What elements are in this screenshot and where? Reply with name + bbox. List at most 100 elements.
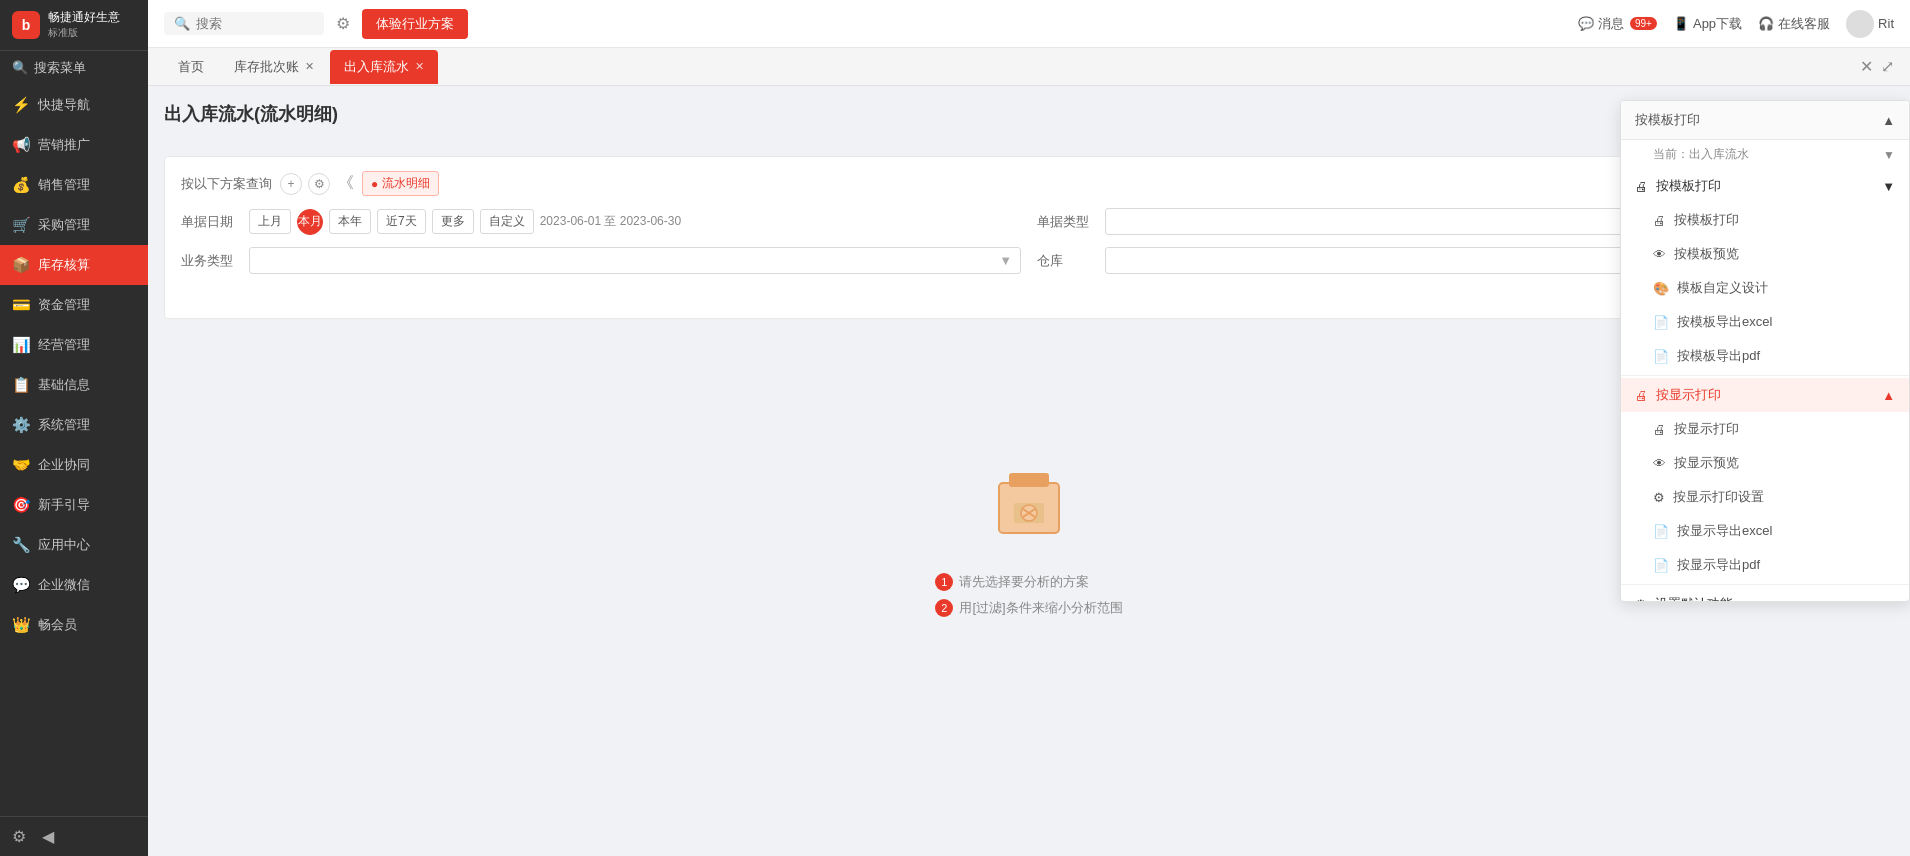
- nav-label-purchase: 采购管理: [38, 216, 90, 234]
- nav-icon-marketing: 📢: [12, 136, 30, 154]
- sidebar-item-inventory[interactable]: 📦库存核算: [0, 245, 148, 285]
- sidebar-item-sales[interactable]: 💰 销售管理: [0, 165, 148, 205]
- dp-item-template-custom[interactable]: 🎨 模板自定义设计: [1621, 271, 1909, 305]
- dp-item-display-print[interactable]: 🖨 按显示打印: [1621, 412, 1909, 446]
- business-type-arrow-icon: ▼: [999, 253, 1012, 268]
- message-label: 消息: [1598, 15, 1624, 33]
- dp-item-excel-icon: 📄: [1653, 315, 1669, 330]
- nav-icon-sales: 💰: [12, 176, 30, 194]
- sidebar-item-newbie[interactable]: 🎯新手引导: [0, 485, 148, 525]
- tab-expand-icon[interactable]: ⤢: [1881, 57, 1894, 76]
- dp-item-display-pdf[interactable]: 📄 按显示导出pdf: [1621, 548, 1909, 582]
- tab-close-all-icon[interactable]: ✕: [1860, 57, 1873, 76]
- dp-section-template[interactable]: 🖨 按模板打印 ▼: [1621, 169, 1909, 203]
- tab-home[interactable]: 首页: [164, 50, 218, 84]
- date-btn-more[interactable]: 更多: [432, 209, 474, 234]
- empty-tips: 1 请先选择要分析的方案 2 用[过滤]条件来缩小分析范围: [935, 573, 1122, 625]
- sidebar-item-funds[interactable]: 💳资金管理: [0, 285, 148, 325]
- nav-label-marketing: 营销推广: [38, 136, 90, 154]
- add-query-btn[interactable]: +: [280, 173, 302, 195]
- settings-query-btn[interactable]: ⚙: [308, 173, 330, 195]
- dp-item-display-pdf-label: 按显示导出pdf: [1677, 556, 1760, 574]
- user-avatar[interactable]: Rit: [1846, 10, 1894, 38]
- app-logo: b 畅捷通好生意 标准版: [0, 0, 148, 51]
- sidebar-item-purchase[interactable]: 🛒采购管理: [0, 205, 148, 245]
- message-action[interactable]: 💬 消息 99+: [1578, 15, 1657, 33]
- gear-icon[interactable]: ⚙: [336, 14, 350, 33]
- settings-icon[interactable]: ⚙: [12, 827, 26, 846]
- nav-icon-quick-nav: ⚡: [12, 96, 30, 114]
- sidebar-item-wechat[interactable]: 💬企业微信: [0, 565, 148, 605]
- tab-batch-account-label: 库存批次账: [234, 58, 299, 76]
- nav-label-system: 系统管理: [38, 416, 90, 434]
- dp-item-template-print[interactable]: 🖨 按模板打印: [1621, 203, 1909, 237]
- dp-section-default[interactable]: ⚙ 设置默认功能 ▼: [1621, 587, 1909, 601]
- nav-icon-app-center: 🔧: [12, 536, 30, 554]
- dp-item-display-preview[interactable]: 👁 按显示预览: [1621, 446, 1909, 480]
- dp-template-print-icon: 🖨: [1635, 179, 1648, 194]
- date-btn-this-month[interactable]: 本月: [297, 209, 323, 235]
- sidebar-item-quick-nav[interactable]: ⚡ 快捷导航: [0, 85, 148, 125]
- empty-state-icon: [979, 453, 1079, 553]
- search-icon: 🔍: [12, 60, 28, 75]
- collapse-sidebar-icon[interactable]: ◀: [42, 827, 54, 846]
- date-range-label: 2023-06-01 至 2023-06-30: [540, 213, 681, 230]
- tab-flow-close-icon[interactable]: ✕: [415, 60, 424, 73]
- sidebar-item-collab[interactable]: 🤝 企业协同: [0, 445, 148, 485]
- nav-label-wechat: 企业微信: [38, 576, 90, 594]
- business-type-select[interactable]: ▼: [249, 247, 1021, 274]
- dp-item-display-settings[interactable]: ⚙ 按显示打印设置: [1621, 480, 1909, 514]
- topbar-search-input[interactable]: [196, 16, 314, 31]
- sidebar-item-marketing[interactable]: 📢 营销推广: [0, 125, 148, 165]
- sidebar-item-app-center[interactable]: 🔧应用中心: [0, 525, 148, 565]
- dp-item-template-excel-label: 按模板导出excel: [1677, 313, 1772, 331]
- nav-label-collab: 企业协同: [38, 456, 90, 474]
- doc-type-label: 单据类型: [1037, 213, 1097, 231]
- date-field-label: 单据日期: [181, 213, 241, 231]
- tab-batch-account[interactable]: 库存批次账 ✕: [220, 50, 328, 84]
- dp-item-display-print-label: 按显示打印: [1674, 420, 1739, 438]
- message-icon: 💬: [1578, 16, 1594, 31]
- online-service-action[interactable]: 🎧 在线客服: [1758, 15, 1830, 33]
- dp-default-section-label: 设置默认功能: [1655, 595, 1733, 601]
- dropdown-scroll: 按模板打印 ▲ 当前：出入库流水 ▼ 🖨 按模板打印 ▼ 🖨 按模板打印 👁 按…: [1621, 101, 1909, 601]
- sidebar-item-basic-info[interactable]: 📋基础信息: [0, 365, 148, 405]
- dp-item-template-preview-label: 按模板预览: [1674, 245, 1739, 263]
- trial-button[interactable]: 体验行业方案: [362, 9, 468, 39]
- nav-label-sales: 销售管理: [38, 176, 90, 194]
- topbar-search-box[interactable]: 🔍: [164, 12, 324, 35]
- user-name: Rit: [1878, 16, 1894, 31]
- dropdown-close-icon[interactable]: ▲: [1882, 113, 1895, 128]
- dp-item-display-excel[interactable]: 📄 按显示导出excel: [1621, 514, 1909, 548]
- sidebar-bottom: ⚙ ◀: [0, 816, 148, 856]
- nav-label-quick-nav: 快捷导航: [38, 96, 90, 114]
- date-btn-7days[interactable]: 近7天: [377, 209, 426, 234]
- sidebar-item-system[interactable]: ⚙️系统管理: [0, 405, 148, 445]
- online-service-label: 在线客服: [1778, 15, 1830, 33]
- dp-item-template-excel[interactable]: 📄 按模板导出excel: [1621, 305, 1909, 339]
- nav-label-inventory: 库存核算: [38, 256, 90, 274]
- tab-flow-label: 出入库流水: [344, 58, 409, 76]
- nav-label-newbie: 新手引导: [38, 496, 90, 514]
- sidebar-item-operations[interactable]: 📊经营管理: [0, 325, 148, 365]
- sidebar-item-membership[interactable]: 👑畅会员: [0, 605, 148, 645]
- nav-icon-collab: 🤝: [12, 456, 30, 474]
- dp-item-template-preview[interactable]: 👁 按模板预览: [1621, 237, 1909, 271]
- tab-batch-close-icon[interactable]: ✕: [305, 60, 314, 73]
- collapse-query-btn[interactable]: 《: [338, 173, 354, 194]
- dp-item-template-pdf[interactable]: 📄 按模板导出pdf: [1621, 339, 1909, 373]
- date-btn-custom[interactable]: 自定义: [480, 209, 534, 234]
- dp-section-display[interactable]: 🖨 按显示打印 ▲: [1621, 378, 1909, 412]
- filter-tag: ● 流水明细: [362, 171, 439, 196]
- page-title: 出入库流水(流水明细): [164, 102, 338, 126]
- nav-icon-basic-info: 📋: [12, 376, 30, 394]
- app-download-action[interactable]: 📱 App下载: [1673, 15, 1742, 33]
- date-btn-this-year[interactable]: 本年: [329, 209, 371, 234]
- dp-item-template-print-label: 按模板打印: [1674, 211, 1739, 229]
- date-btn-last-month[interactable]: 上月: [249, 209, 291, 234]
- tab-flow[interactable]: 出入库流水 ✕: [330, 50, 438, 84]
- nav-label-membership: 畅会员: [38, 616, 77, 634]
- app-version: 标准版: [48, 26, 120, 40]
- search-menu-item[interactable]: 🔍 搜索菜单: [0, 51, 148, 85]
- app-download-label: App下载: [1693, 15, 1742, 33]
